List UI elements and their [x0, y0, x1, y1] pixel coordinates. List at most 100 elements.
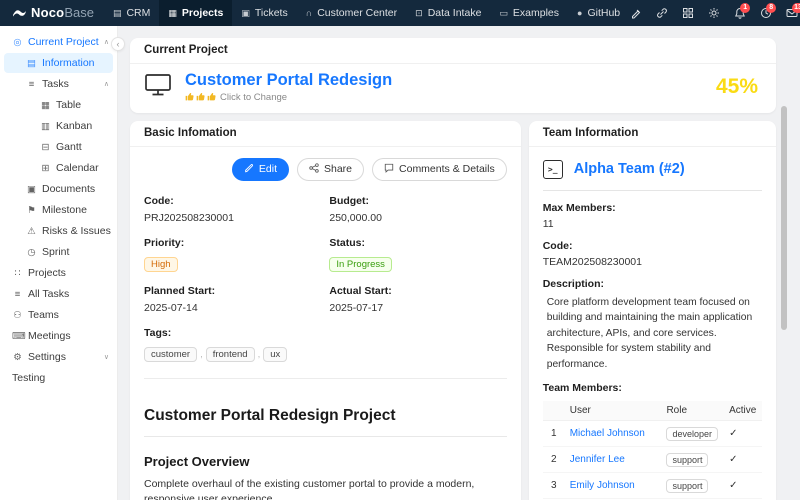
overview-text: Complete overhaul of the existing custom… — [144, 477, 475, 500]
sidebar-item-label: Calendar — [56, 162, 99, 174]
milestone-flag-icon: ⚑ — [27, 204, 36, 216]
sidebar-item-label: Testing — [12, 372, 46, 384]
sidebar-item-information[interactable]: ▤ Information — [4, 53, 113, 73]
edit-button[interactable]: Edit — [231, 157, 289, 181]
nav-item-data-intake[interactable]: ⊡ Data Intake — [406, 0, 490, 26]
table-icon: ▦ — [41, 99, 50, 111]
clock-icon[interactable]: 8 — [759, 2, 777, 20]
sidebar-item-testing[interactable]: Testing — [4, 368, 113, 388]
sidebar-item-settings[interactable]: ⚙ Settings ∨ — [4, 347, 113, 367]
nav-item-label: GitHub — [587, 7, 621, 19]
mail-icon[interactable]: 13 — [785, 2, 800, 20]
sidebar-item-label: Tasks — [42, 78, 69, 90]
comments-details-button[interactable]: Comments & Details — [372, 157, 507, 181]
sidebar-item-teams[interactable]: ⚇ Teams — [4, 305, 113, 325]
user-column-header: User — [564, 401, 662, 422]
tag-chip[interactable]: customer — [144, 346, 198, 362]
member-index: 2 — [542, 446, 565, 474]
current-project-card: Current Project Customer Portal Redesign… — [130, 38, 776, 113]
sidebar-item-risks-issues[interactable]: ⚠ Risks & Issues — [4, 221, 113, 241]
field-status: Status: In Progress — [329, 237, 506, 272]
sidebar-item-calendar[interactable]: ⊞ Calendar — [4, 158, 113, 178]
information-doc-icon: ▤ — [27, 57, 36, 69]
team-members-label: Team Members: — [542, 382, 622, 395]
bell-icon[interactable]: 1 — [733, 2, 751, 20]
sidebar-item-milestone[interactable]: ⚑ Milestone — [4, 200, 113, 220]
sidebar-item-all-tasks[interactable]: ≡ All Tasks — [4, 284, 113, 304]
member-index: 3 — [542, 472, 565, 500]
sidebar-item-label: Documents — [42, 183, 96, 195]
monitor-icon — [144, 73, 172, 102]
tags-list: customer,frontend,ux, — [144, 344, 507, 362]
pen-icon[interactable] — [629, 7, 642, 20]
gear-icon[interactable] — [707, 7, 720, 20]
click-to-change-hint[interactable]: Click to Change — [185, 92, 392, 104]
mail-badge: 13 — [792, 2, 800, 13]
nav-item-projects[interactable]: ▦ Projects — [159, 0, 233, 26]
sidebar-collapse-button[interactable]: ‹ — [111, 37, 125, 51]
active-check-icon: ✓ — [724, 472, 762, 500]
sidebar-item-tasks[interactable]: ≡ Tasks ∧ — [4, 74, 113, 94]
comment-icon — [384, 163, 394, 176]
sidebar-item-projects[interactable]: ∷ Projects — [4, 263, 113, 283]
documents-file-icon: ▣ — [27, 183, 36, 195]
share-button[interactable]: Share — [296, 157, 365, 181]
teams-people-icon: ⚇ — [13, 309, 22, 321]
sidebar-item-gantt[interactable]: ⊟ Gantt — [4, 137, 113, 157]
field-actual-start: Actual Start: 2025-07-17 — [329, 285, 506, 314]
sidebar-item-table[interactable]: ▦ Table — [4, 95, 113, 115]
nav-item-label: Data Intake — [427, 7, 482, 19]
pencil-icon — [244, 163, 254, 176]
sidebar-item-sprint[interactable]: ◷ Sprint — [4, 242, 113, 262]
logo-text-bold: Noco — [31, 5, 65, 20]
sidebar-item-kanban[interactable]: ▥ Kanban — [4, 116, 113, 136]
team-name-link[interactable]: Alpha Team (#2) — [574, 161, 685, 177]
share-icon — [309, 163, 319, 176]
tag-chip[interactable]: ux — [263, 346, 288, 362]
tickets-icon: ▣ — [241, 7, 250, 18]
nocobase-logo[interactable]: NocoBase — [12, 4, 94, 22]
max-members-value: 11 — [542, 217, 554, 230]
nav-item-tickets[interactable]: ▣ Tickets — [232, 0, 296, 26]
link-icon[interactable] — [655, 7, 668, 20]
sidebar-item-label: All Tasks — [28, 288, 70, 300]
team-code-value: TEAM202508230001 — [542, 255, 642, 268]
sidebar-item-documents[interactable]: ▣ Documents — [4, 179, 113, 199]
active-check-icon: ✓ — [724, 446, 762, 474]
nocobase-swoosh-icon — [12, 7, 27, 19]
headset-icon: ∩ — [305, 8, 313, 18]
member-name-link[interactable]: Michael Johnson — [570, 428, 645, 439]
nav-item-examples[interactable]: ▭ Examples — [490, 0, 568, 26]
sidebar-item-label: Milestone — [42, 204, 87, 216]
sidebar-item-meetings[interactable]: ⌨ Meetings — [4, 326, 113, 346]
thumbs-up-icon — [185, 92, 194, 104]
planned-start-value: 2025-07-14 — [144, 301, 198, 314]
member-role-chip: developer — [666, 426, 718, 441]
terminal-icon: >_ — [542, 159, 563, 179]
max-members-label: Max Members: — [542, 201, 616, 214]
field-code: Code: PRJ202508230001 — [144, 195, 321, 224]
navbar-right-icons: 1 8 13 ? — [629, 2, 800, 20]
sidebar-item-label: Settings — [28, 351, 66, 363]
grid-icon[interactable] — [681, 7, 694, 20]
nav-item-crm[interactable]: ▤ CRM — [104, 0, 159, 26]
left-sidebar: ◎ Current Project ∧ ▤ Information ≡ Task… — [0, 26, 118, 500]
projects-appstore-icon: ∷ — [14, 267, 21, 279]
team-members-table: User Role Active 1 Michael Johnson devel… — [542, 401, 762, 500]
team-information-card: Team Information >_ Alpha Team (#2) Max … — [528, 120, 776, 500]
tag-chip[interactable]: frontend — [205, 346, 255, 362]
nav-item-label: CRM — [126, 7, 151, 19]
sidebar-item-current-project[interactable]: ◎ Current Project ∧ — [4, 32, 113, 52]
logo-text-light: Base — [64, 5, 94, 20]
main-scrollbar[interactable] — [781, 106, 787, 330]
member-name-link[interactable]: Jennifer Lee — [570, 454, 625, 465]
nav-item-github[interactable]: ● GitHub — [568, 0, 629, 26]
project-title[interactable]: Customer Portal Redesign — [185, 71, 392, 90]
nav-item-customer-center[interactable]: ∩ Customer Center — [297, 0, 406, 26]
member-name-link[interactable]: Emily Johnson — [570, 480, 635, 491]
clock-badge: 8 — [766, 2, 777, 13]
basic-information-title: Basic Infomation — [130, 121, 521, 147]
nav-item-label: Tickets — [254, 7, 288, 19]
sidebar-item-label: Sprint — [42, 246, 70, 258]
sidebar-item-label: Information — [42, 57, 95, 69]
